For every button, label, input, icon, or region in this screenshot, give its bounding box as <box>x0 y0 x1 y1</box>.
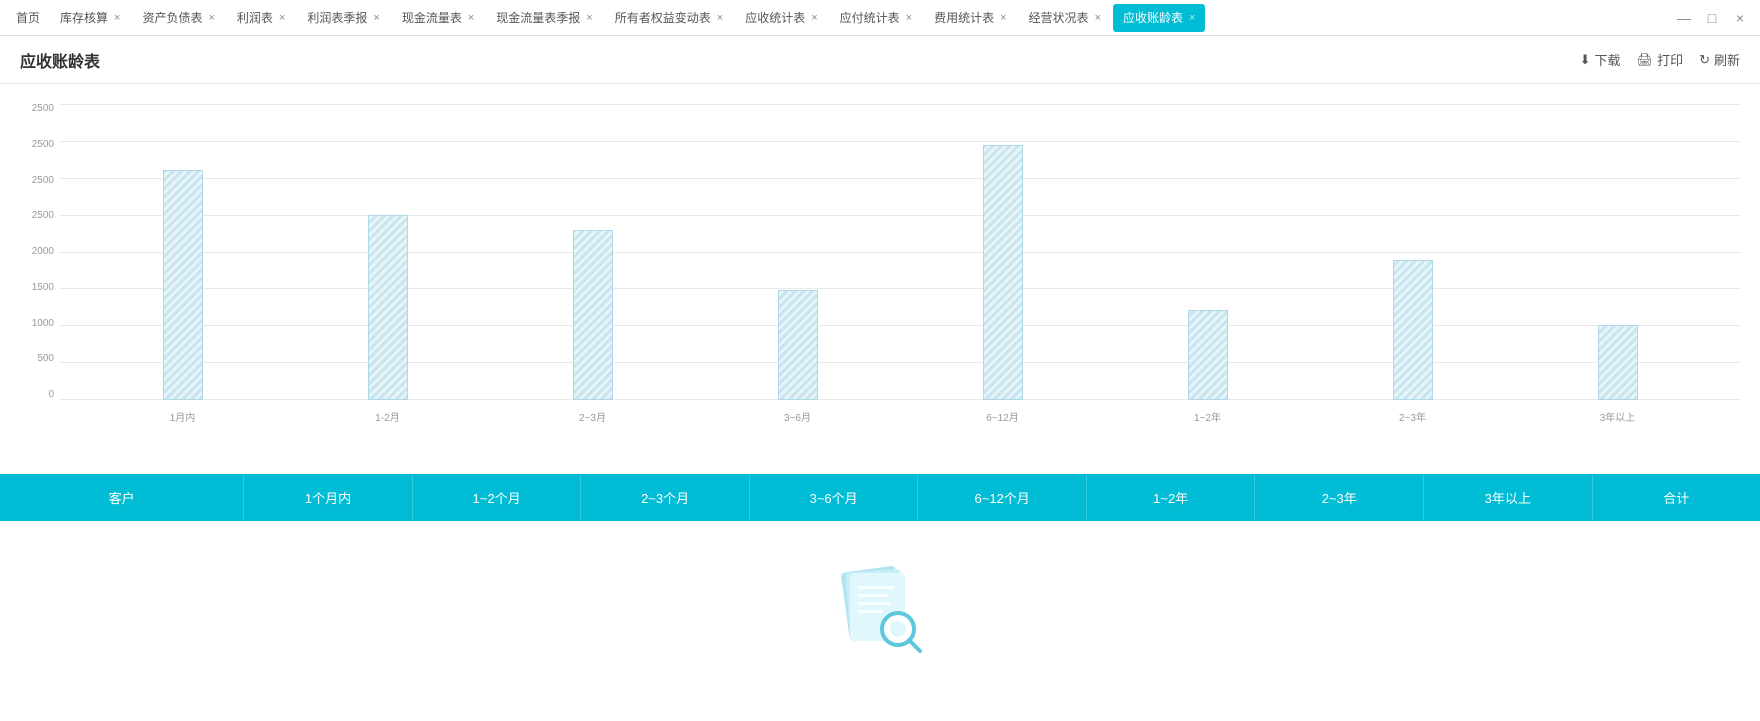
close-equity-tab[interactable]: × <box>717 12 723 24</box>
tab-cashflow-quarter[interactable]: 现金流量表季报 × <box>486 4 602 32</box>
close-ar-stats-tab[interactable]: × <box>811 12 817 24</box>
y-label-2000: 2000 <box>20 247 60 257</box>
empty-state <box>0 521 1760 721</box>
tab-balance-sheet[interactable]: 资产负债表 × <box>132 4 224 32</box>
x-label-6-12m: 6~12月 <box>983 409 1023 424</box>
bar-group-2-3m <box>573 230 613 400</box>
refresh-icon: ↻ <box>1699 52 1710 68</box>
y-axis: 0 500 1000 1500 2000 2500 2500 2500 2500 <box>20 104 60 424</box>
page-title: 应收账龄表 <box>20 48 100 72</box>
tab-ar-aging[interactable]: 应收账龄表 × <box>1113 4 1205 32</box>
y-label-0: 0 <box>20 390 60 400</box>
th-3y-plus: 3年以上 <box>1424 474 1593 521</box>
x-labels: 1月内 1-2月 2~3月 3~6月 6~12月 1~2年 2~3年 3年以上 <box>60 409 1740 424</box>
tab-ap-stats[interactable]: 应付统计表 × <box>830 4 922 32</box>
bar-2-3y <box>1393 260 1433 400</box>
refresh-button[interactable]: ↻ 刷新 <box>1699 50 1740 69</box>
y-label-2500c: 2500 <box>20 140 60 150</box>
tab-business[interactable]: 经营状况表 × <box>1019 4 1111 32</box>
th-3-6m: 3~6个月 <box>750 474 919 521</box>
bar-1m <box>163 170 203 400</box>
bar-2-3m <box>573 230 613 400</box>
empty-illustration <box>830 561 930 661</box>
main-content: 0 500 1000 1500 2000 2500 2500 2500 2500 <box>0 84 1760 721</box>
empty-svg <box>830 561 930 661</box>
th-1-2y: 1~2年 <box>1087 474 1256 521</box>
tab-expense-stats[interactable]: 费用统计表 × <box>924 4 1016 32</box>
close-profit-quarter-tab[interactable]: × <box>373 12 379 24</box>
y-label-1000: 1000 <box>20 319 60 329</box>
close-ap-stats-tab[interactable]: × <box>906 12 912 24</box>
tab-cashflow[interactable]: 现金流量表 × <box>392 4 484 32</box>
close-profit-tab[interactable]: × <box>279 12 285 24</box>
download-icon: ⬇ <box>1580 52 1591 68</box>
chart-plot: 1月内 1-2月 2~3月 3~6月 6~12月 1~2年 2~3年 3年以上 <box>60 104 1740 424</box>
page-header: 应收账龄表 ⬇ 下载 🖨 打印 ↻ 刷新 <box>0 36 1760 84</box>
tab-profit[interactable]: 利润表 × <box>227 4 295 32</box>
close-balance-sheet-tab[interactable]: × <box>208 12 214 24</box>
close-expense-stats-tab[interactable]: × <box>1000 12 1006 24</box>
x-label-2-3m: 2~3月 <box>573 409 613 424</box>
minimize-button[interactable]: — <box>1672 6 1696 30</box>
bar-group-3-6m <box>778 290 818 400</box>
maximize-button[interactable]: □ <box>1700 6 1724 30</box>
th-6-12m: 6~12个月 <box>918 474 1087 521</box>
bar-group-1-2y <box>1188 310 1228 400</box>
bar-1-2y <box>1188 310 1228 400</box>
bars-row <box>60 104 1740 400</box>
bar-group-6-12m <box>983 145 1023 400</box>
bar-group-1m <box>163 170 203 400</box>
x-label-2-3y: 2~3年 <box>1393 409 1433 424</box>
tab-bar: 首页 库存核算 × 资产负债表 × 利润表 × 利润表季报 × 现金流量表 × … <box>0 0 1760 36</box>
table-header: 客户 1个月内 1~2个月 2~3个月 3~6个月 6~12个月 1~2年 2~… <box>0 474 1760 521</box>
chart-container: 0 500 1000 1500 2000 2500 2500 2500 2500 <box>20 104 1740 424</box>
y-label-2500d: 2500 <box>20 104 60 114</box>
bar-1-2m <box>368 215 408 400</box>
close-inventory-tab[interactable]: × <box>114 12 120 24</box>
tab-profit-quarter[interactable]: 利润表季报 × <box>297 4 389 32</box>
x-label-1-2m: 1-2月 <box>368 409 408 424</box>
bar-6-12m <box>983 145 1023 400</box>
tab-inventory[interactable]: 库存核算 × <box>50 4 130 32</box>
print-icon: 🖨 <box>1637 52 1654 68</box>
close-cashflow-quarter-tab[interactable]: × <box>586 12 592 24</box>
bar-3-6m <box>778 290 818 400</box>
window-controls: — □ × <box>1672 6 1752 30</box>
bar-group-1-2m <box>368 215 408 400</box>
x-label-3-6m: 3~6月 <box>778 409 818 424</box>
print-button[interactable]: 🖨 打印 <box>1637 50 1684 69</box>
x-label-1-2y: 1~2年 <box>1188 409 1228 424</box>
bar-group-3y-plus <box>1598 325 1638 400</box>
y-label-2500a: 2500 <box>20 211 60 221</box>
download-button[interactable]: ⬇ 下载 <box>1580 50 1621 69</box>
th-1-2m: 1~2个月 <box>413 474 582 521</box>
y-label-1500: 1500 <box>20 283 60 293</box>
th-total: 合计 <box>1593 474 1760 521</box>
close-business-tab[interactable]: × <box>1095 12 1101 24</box>
th-2-3m: 2~3个月 <box>581 474 750 521</box>
y-label-2500b: 2500 <box>20 176 60 186</box>
x-label-3y-plus: 3年以上 <box>1598 409 1638 424</box>
tab-equity[interactable]: 所有者权益变动表 × <box>605 4 733 32</box>
x-label-1m: 1月内 <box>163 409 203 424</box>
bar-3y-plus <box>1598 325 1638 400</box>
th-customer: 客户 <box>0 474 244 521</box>
close-cashflow-tab[interactable]: × <box>468 12 474 24</box>
chart-area: 0 500 1000 1500 2000 2500 2500 2500 2500 <box>0 84 1760 474</box>
y-label-500: 500 <box>20 354 60 364</box>
tab-home[interactable]: 首页 <box>8 9 48 26</box>
header-actions: ⬇ 下载 🖨 打印 ↻ 刷新 <box>1580 50 1740 69</box>
close-button[interactable]: × <box>1728 6 1752 30</box>
bar-group-2-3y <box>1393 260 1433 400</box>
close-ar-aging-tab[interactable]: × <box>1189 12 1195 24</box>
th-1m: 1个月内 <box>244 474 413 521</box>
tab-ar-stats[interactable]: 应收统计表 × <box>735 4 827 32</box>
th-2-3y: 2~3年 <box>1255 474 1424 521</box>
